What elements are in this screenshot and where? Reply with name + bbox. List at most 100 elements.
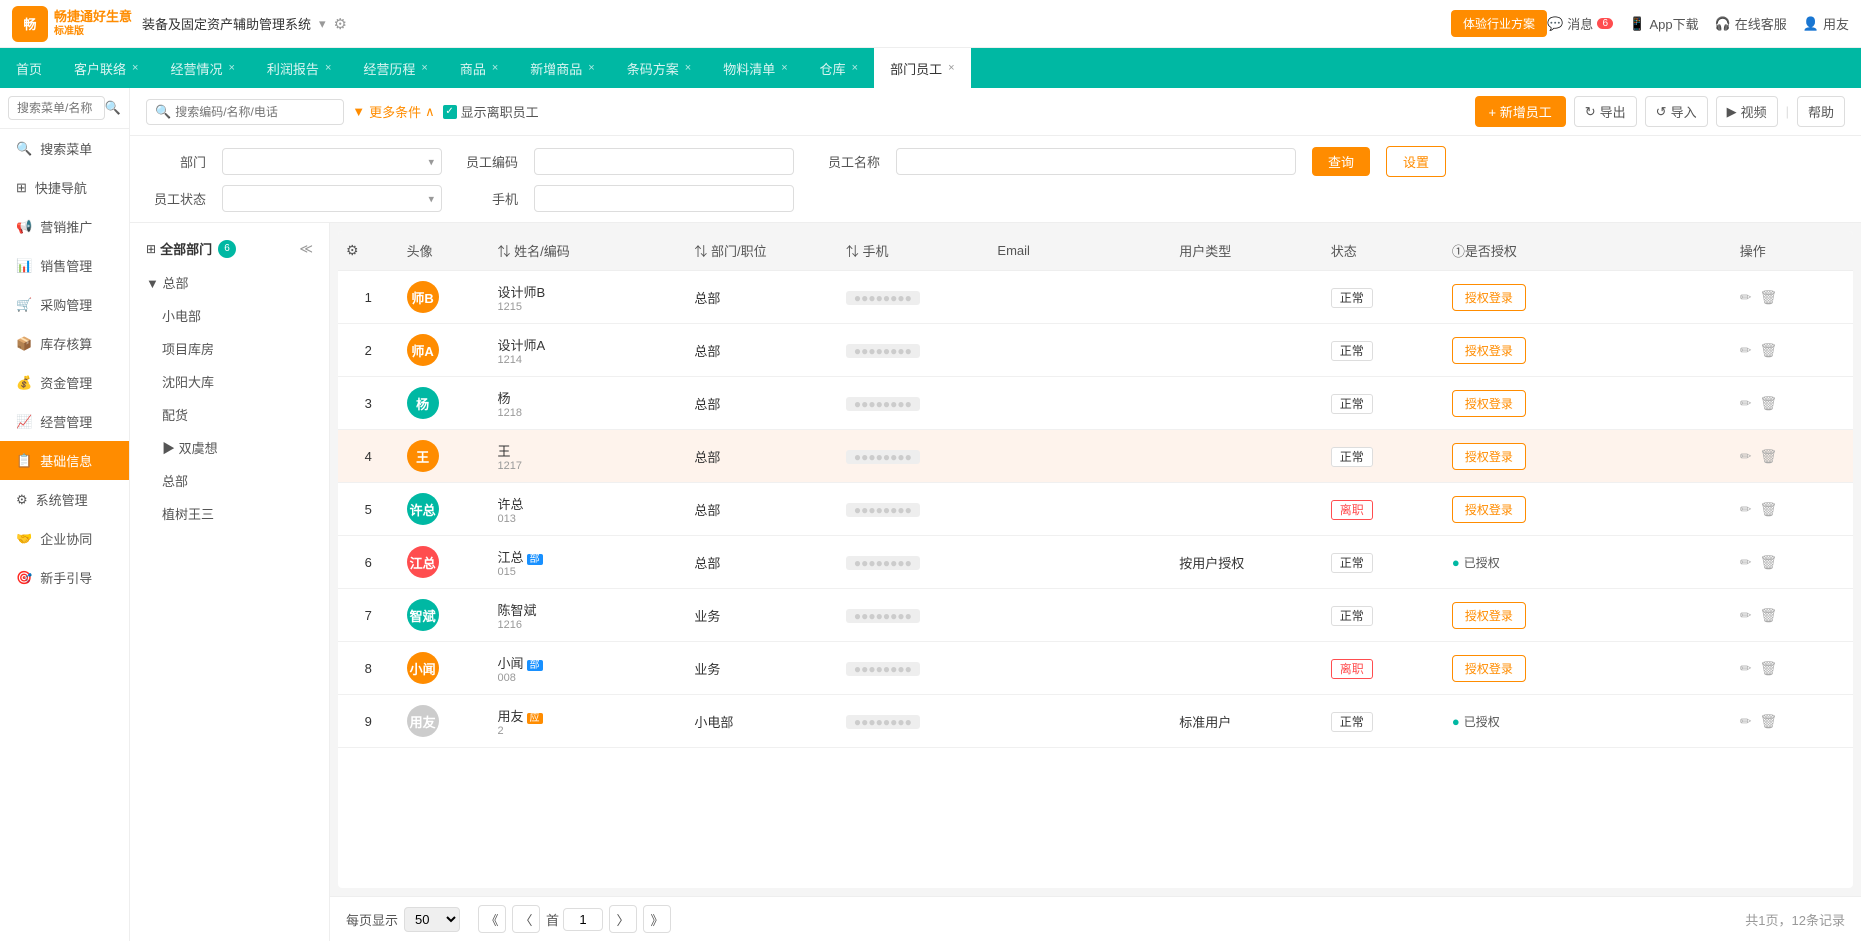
- col-header-0[interactable]: ⚙: [338, 231, 399, 271]
- dept-select[interactable]: [222, 148, 442, 175]
- sidebar-item-系统管理[interactable]: ⚙系统管理: [0, 480, 129, 519]
- sidebar-item-销售管理[interactable]: 📊销售管理: [0, 246, 129, 285]
- auth-login-btn[interactable]: 授权登录: [1452, 602, 1526, 629]
- close-tab-icon[interactable]: ×: [492, 62, 498, 74]
- add-employee-button[interactable]: + 新增员工: [1475, 96, 1566, 127]
- user-avatar[interactable]: 👤 用友: [1803, 14, 1849, 33]
- edit-icon[interactable]: ✏: [1740, 395, 1752, 412]
- sidebar-item-经营管理[interactable]: 📈经营管理: [0, 402, 129, 441]
- search-input[interactable]: [175, 105, 335, 119]
- delete-icon[interactable]: 🗑: [1759, 554, 1777, 571]
- set-button[interactable]: 设置: [1386, 146, 1446, 177]
- close-tab-icon[interactable]: ×: [685, 62, 691, 74]
- last-page-btn[interactable]: 》: [643, 905, 671, 933]
- delete-icon[interactable]: 🗑: [1759, 501, 1777, 518]
- close-tab-icon[interactable]: ×: [325, 62, 331, 74]
- experience-button[interactable]: 体验行业方案: [1451, 10, 1547, 37]
- auth-login-btn[interactable]: 授权登录: [1452, 337, 1526, 364]
- sidebar-item-库存核算[interactable]: 📦库存核算: [0, 324, 129, 363]
- dropdown-arrow-icon[interactable]: ▾: [319, 16, 326, 32]
- sidebar-item-基础信息[interactable]: 📋基础信息: [0, 441, 129, 480]
- dept-tree-item[interactable]: 项目库房: [130, 332, 329, 365]
- delete-icon[interactable]: 🗑: [1759, 395, 1777, 412]
- sort-icon[interactable]: ⇅: [694, 244, 707, 259]
- sort-icon[interactable]: ⇅: [846, 244, 859, 259]
- sidebar-item-快捷导航[interactable]: ⊞快捷导航: [0, 168, 129, 207]
- app-download-btn[interactable]: 📱 App下载: [1629, 14, 1698, 33]
- edit-icon[interactable]: ✏: [1740, 554, 1752, 571]
- sidebar-item-新手引导[interactable]: 🎯新手引导: [0, 558, 129, 597]
- message-btn[interactable]: 💬 消息 6: [1547, 14, 1613, 33]
- auth-login-btn[interactable]: 授权登录: [1452, 390, 1526, 417]
- delete-icon[interactable]: 🗑: [1759, 342, 1777, 359]
- query-button[interactable]: 查询: [1312, 147, 1370, 176]
- sidebar-item-企业协同[interactable]: 🤝企业协同: [0, 519, 129, 558]
- dept-tree-item[interactable]: ▶ 双虞想: [130, 431, 329, 464]
- delete-icon[interactable]: 🗑: [1759, 289, 1777, 306]
- dept-tree-item[interactable]: ▼ 总部: [130, 266, 329, 299]
- delete-icon[interactable]: 🗑: [1759, 607, 1777, 624]
- nav-tab-物料清单[interactable]: 物料清单 ×: [707, 48, 803, 88]
- import-button[interactable]: ↺ 导入: [1645, 96, 1708, 127]
- prev-page-btn[interactable]: 〈: [512, 905, 540, 933]
- edit-icon[interactable]: ✏: [1740, 342, 1752, 359]
- help-button[interactable]: 帮助: [1797, 96, 1845, 127]
- show-resigned-checkbox[interactable]: ✓: [443, 105, 457, 119]
- nav-tab-条码方案[interactable]: 条码方案 ×: [611, 48, 707, 88]
- page-number-input[interactable]: [563, 908, 603, 931]
- next-page-btn[interactable]: 〉: [609, 905, 637, 933]
- close-tab-icon[interactable]: ×: [852, 62, 858, 74]
- nav-tab-首页[interactable]: 首页: [0, 48, 58, 88]
- nav-tab-客户联络[interactable]: 客户联络 ×: [58, 48, 154, 88]
- phone-input[interactable]: [534, 185, 794, 212]
- edit-icon[interactable]: ✏: [1740, 501, 1752, 518]
- more-filters-btn[interactable]: ▼ 更多条件 ∧: [352, 102, 434, 121]
- nav-tab-部门员工[interactable]: 部门员工 ×: [874, 48, 970, 88]
- dept-tree-item[interactable]: 配货: [130, 398, 329, 431]
- sidebar-item-营销推广[interactable]: 📢营销推广: [0, 207, 129, 246]
- nav-tab-利润报告[interactable]: 利润报告 ×: [251, 48, 347, 88]
- sidebar-item-资金管理[interactable]: 💰资金管理: [0, 363, 129, 402]
- emp-code-input[interactable]: [534, 148, 794, 175]
- delete-icon[interactable]: 🗑: [1759, 713, 1777, 730]
- sidebar-item-搜索菜单[interactable]: 🔍搜索菜单: [0, 129, 129, 168]
- nav-tab-新增商品[interactable]: 新增商品 ×: [514, 48, 610, 88]
- nav-tab-经营历程[interactable]: 经营历程 ×: [347, 48, 443, 88]
- emp-status-select[interactable]: [222, 185, 442, 212]
- emp-name-input[interactable]: [896, 148, 1296, 175]
- sort-icon[interactable]: ⇅: [497, 244, 510, 259]
- settings-icon[interactable]: ⚙: [346, 242, 359, 258]
- sidebar-search-input[interactable]: [8, 96, 105, 120]
- edit-icon[interactable]: ✏: [1740, 448, 1752, 465]
- edit-icon[interactable]: ✏: [1740, 660, 1752, 677]
- auth-login-btn[interactable]: 授权登录: [1452, 496, 1526, 523]
- close-tab-icon[interactable]: ×: [948, 62, 954, 74]
- nav-tab-经营情况[interactable]: 经营情况 ×: [154, 48, 250, 88]
- per-page-select[interactable]: 50 20 100: [404, 907, 460, 932]
- close-tab-icon[interactable]: ×: [588, 62, 594, 74]
- export-button[interactable]: ↻ 导出: [1574, 96, 1637, 127]
- nav-tab-商品[interactable]: 商品 ×: [444, 48, 514, 88]
- dept-tree-item[interactable]: 植树王三: [130, 497, 329, 530]
- dept-tree-item[interactable]: 沈阳大库: [130, 365, 329, 398]
- edit-icon[interactable]: ✏: [1740, 713, 1752, 730]
- auth-login-btn[interactable]: 授权登录: [1452, 443, 1526, 470]
- online-service-btn[interactable]: 🎧 在线客服: [1715, 14, 1787, 33]
- auth-login-btn[interactable]: 授权登录: [1452, 284, 1526, 311]
- dept-tree-item[interactable]: 总部: [130, 464, 329, 497]
- nav-tab-仓库[interactable]: 仓库 ×: [804, 48, 874, 88]
- view-button[interactable]: ▶ 视频: [1716, 96, 1778, 127]
- sidebar-item-采购管理[interactable]: 🛒采购管理: [0, 285, 129, 324]
- delete-icon[interactable]: 🗑: [1759, 448, 1777, 465]
- first-page-btn[interactable]: 《: [478, 905, 506, 933]
- close-tab-icon[interactable]: ×: [132, 62, 138, 74]
- edit-icon[interactable]: ✏: [1740, 607, 1752, 624]
- auth-login-btn[interactable]: 授权登录: [1452, 655, 1526, 682]
- dept-all-header[interactable]: ⊞ 全部部门 6 ≪: [130, 231, 329, 266]
- close-tab-icon[interactable]: ×: [781, 62, 787, 74]
- dept-tree-item[interactable]: 小电部: [130, 299, 329, 332]
- collapse-panel-btn[interactable]: ≪: [299, 241, 313, 257]
- close-tab-icon[interactable]: ×: [228, 62, 234, 74]
- gear-icon[interactable]: ⚙: [334, 15, 347, 33]
- edit-icon[interactable]: ✏: [1740, 289, 1752, 306]
